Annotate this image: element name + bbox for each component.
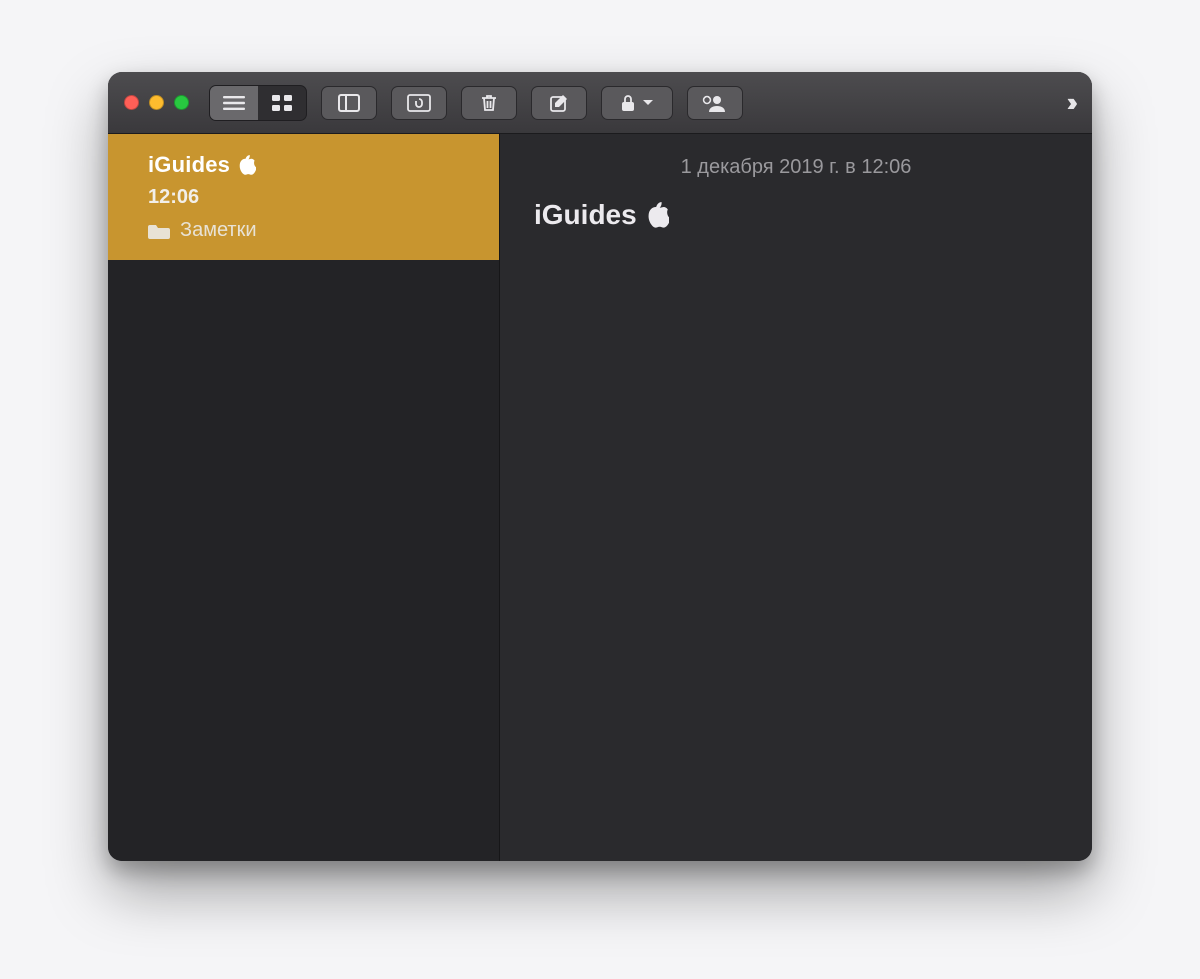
note-editor[interactable]: 1 декабря 2019 г. в 12:06 iGuides	[500, 134, 1092, 861]
chevron-right-double-icon: ››	[1067, 87, 1072, 117]
chevron-down-icon	[642, 98, 654, 108]
lock-menu-button[interactable]	[601, 86, 673, 120]
close-window-button[interactable]	[124, 95, 139, 110]
notes-list: iGuides 12:06 Заметки	[108, 134, 500, 861]
note-list-item[interactable]: iGuides 12:06 Заметки	[108, 134, 499, 260]
trash-icon	[479, 93, 499, 113]
toggle-sidebar-button[interactable]	[321, 86, 377, 120]
apple-icon	[238, 155, 256, 175]
grid-icon	[272, 95, 292, 111]
compose-icon	[549, 93, 569, 113]
zoom-window-button[interactable]	[174, 95, 189, 110]
apple-icon	[647, 202, 669, 228]
share-button[interactable]	[687, 86, 743, 120]
grid-view-button[interactable]	[258, 86, 306, 120]
notes-window: ›› iGuides 12:06	[108, 72, 1092, 861]
note-item-time: 12:06	[148, 186, 473, 209]
compose-button[interactable]	[531, 86, 587, 120]
minimize-window-button[interactable]	[149, 95, 164, 110]
window-body: iGuides 12:06 Заметки 1 декабр	[108, 134, 1092, 861]
note-date: 1 декабря 2019 г. в 12:06	[534, 156, 1058, 179]
window-controls	[124, 95, 189, 110]
sidebar-icon	[338, 94, 360, 112]
overflow-button[interactable]: ››	[1067, 87, 1076, 118]
folder-icon	[148, 222, 170, 240]
add-person-icon	[702, 94, 728, 112]
attachments-button[interactable]	[391, 86, 447, 120]
note-title: iGuides	[534, 199, 1058, 231]
note-item-folder: Заметки	[148, 219, 473, 242]
note-item-title: iGuides	[148, 152, 473, 178]
list-view-button[interactable]	[210, 86, 258, 120]
titlebar: ››	[108, 72, 1092, 134]
lock-icon	[620, 94, 636, 112]
delete-button[interactable]	[461, 86, 517, 120]
attachment-icon	[407, 94, 431, 112]
list-icon	[223, 95, 245, 111]
view-mode-segment	[209, 85, 307, 121]
